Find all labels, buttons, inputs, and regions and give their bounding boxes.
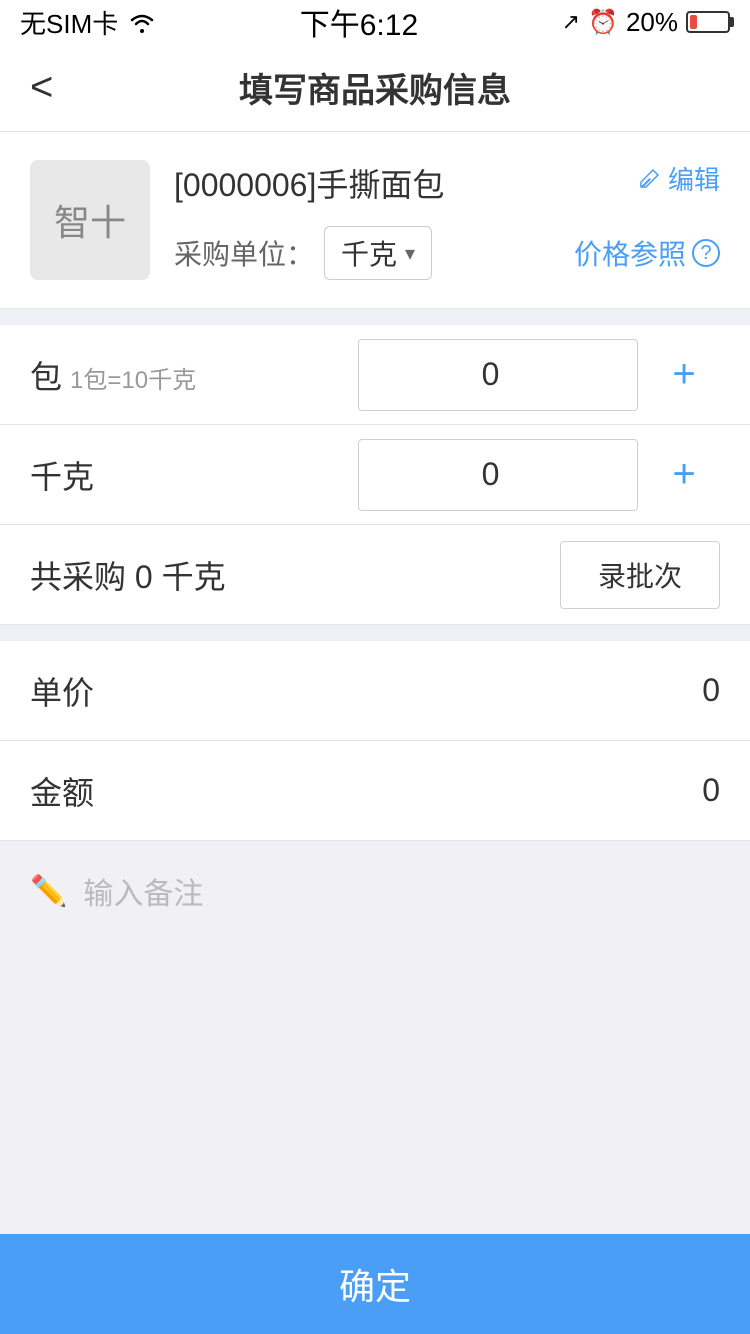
edit-label: 编辑 [668, 160, 720, 197]
input-section: 包1包=10千克 + 千克 + [0, 325, 750, 525]
carrier-text: 无SIM卡 [20, 4, 118, 41]
amount-value: 0 [702, 772, 720, 809]
kg-input[interactable] [358, 439, 638, 511]
status-time: 下午6:12 [300, 0, 418, 44]
unit-select[interactable]: 千克 ▾ [324, 226, 432, 280]
product-image: 智十 [30, 160, 150, 280]
pencil-icon: ✏️ [30, 874, 67, 909]
price-section: 单价 0 金额 0 [0, 641, 750, 841]
batch-button[interactable]: 录批次 [560, 541, 720, 609]
total-row: 共采购 0 千克 录批次 [0, 525, 750, 625]
edit-icon [638, 168, 660, 190]
product-logo: 智十 [54, 194, 126, 246]
package-label: 包1包=10千克 [30, 352, 358, 398]
amount-label: 金额 [30, 768, 94, 814]
status-right: ↗ ⏰ 20% [562, 7, 730, 38]
unit-price-row: 单价 0 [0, 641, 750, 741]
status-left: 无SIM卡 [20, 4, 156, 41]
package-input[interactable] [358, 339, 638, 411]
section-divider-1 [0, 309, 750, 325]
product-info: [0000006]手撕面包 编辑 采购单位： 千克 ▾ 价格参照 ? [174, 160, 720, 280]
package-row: 包1包=10千克 + [0, 325, 750, 425]
remark-placeholder: 输入备注 [83, 869, 203, 913]
confirm-button[interactable]: 确定 [0, 1234, 750, 1334]
status-bar: 无SIM卡 下午6:12 ↗ ⏰ 20% [0, 0, 750, 44]
total-label: 共采购 0 千克 [30, 552, 226, 598]
package-sub: 1包=10千克 [70, 367, 196, 394]
battery-icon [686, 11, 730, 33]
page-title: 填写商品采购信息 [239, 63, 511, 112]
remark-section[interactable]: ✏️ 输入备注 [0, 841, 750, 941]
kg-row: 千克 + [0, 425, 750, 525]
help-circle-icon: ? [692, 239, 720, 267]
kg-label: 千克 [30, 452, 358, 498]
alarm-icon: ⏰ [588, 8, 618, 37]
price-ref-label: 价格参照 [574, 233, 686, 273]
product-name: [0000006]手撕面包 [174, 160, 444, 206]
wifi-icon [128, 11, 156, 33]
unit-value: 千克 [341, 233, 397, 273]
edit-button[interactable]: 编辑 [638, 160, 720, 197]
battery-percent: 20% [626, 7, 678, 38]
back-button[interactable]: < [30, 65, 53, 110]
unit-price-label: 单价 [30, 668, 94, 714]
product-card: 智十 [0000006]手撕面包 编辑 采购单位： 千克 ▾ 价格参照 [0, 132, 750, 309]
amount-row: 金额 0 [0, 741, 750, 841]
price-ref-button[interactable]: 价格参照 ? [574, 233, 720, 273]
unit-label: 采购单位： [174, 233, 314, 273]
package-plus-button[interactable]: + [648, 339, 720, 411]
kg-plus-button[interactable]: + [648, 439, 720, 511]
section-divider-2 [0, 625, 750, 641]
nav-bar: < 填写商品采购信息 [0, 44, 750, 132]
unit-price-value: 0 [702, 672, 720, 709]
chevron-down-icon: ▾ [405, 241, 415, 266]
location-icon: ↗ [562, 9, 580, 35]
